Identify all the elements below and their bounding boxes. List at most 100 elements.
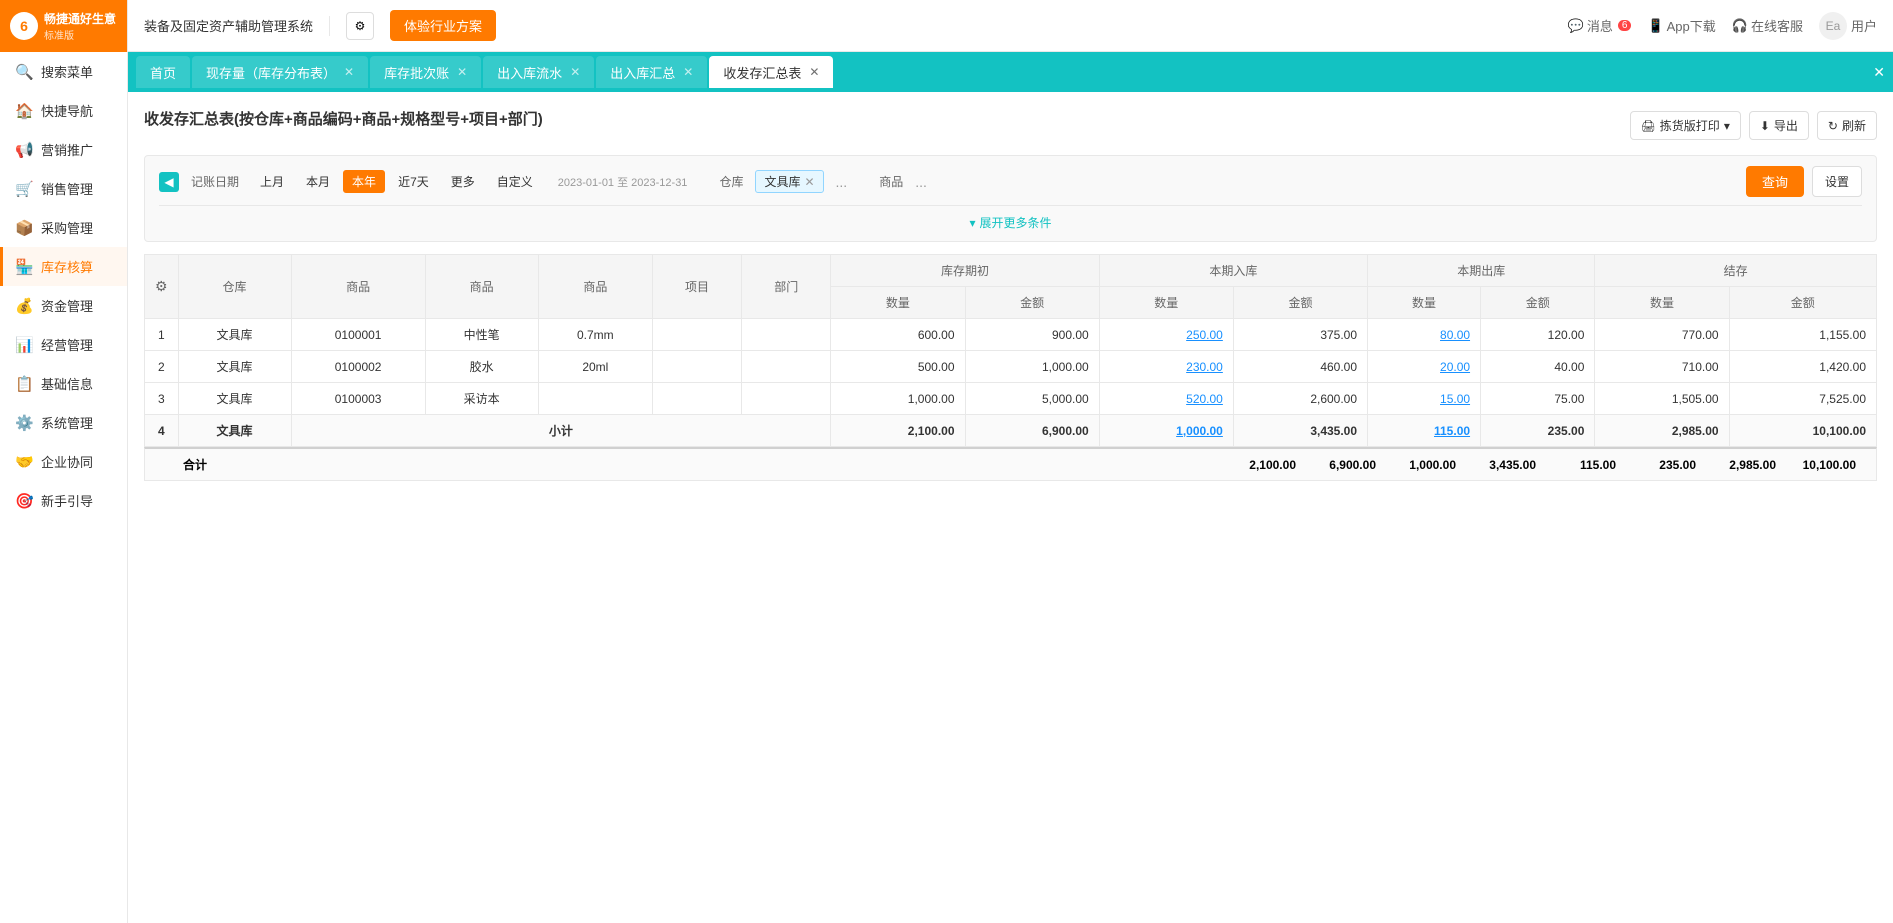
cell-name: 中性笔 [425,319,538,351]
page-title: 收发存汇总表(按仓库+商品编码+商品+规格型号+项目+部门) [144,108,543,129]
logo-line2: 标准版 [44,27,116,42]
sidebar-label-marketing: 营销推广 [41,140,93,159]
warehouse-more[interactable]: ... [836,174,848,190]
chevron-down-icon: ▾ [1724,119,1730,133]
message-area[interactable]: 💬 消息 6 [1568,16,1632,35]
sidebar-item-finance[interactable]: 💰资金管理 [0,286,127,325]
tab-close-batch[interactable]: ✕ [457,65,467,79]
sidebar-item-system[interactable]: ⚙️ 系统管理 [0,403,127,442]
cell-close-amt: 1,420.00 [1729,351,1876,383]
cell-out-qty[interactable]: 20.00 [1368,351,1481,383]
col-out-qty: 数量 [1368,287,1481,319]
warehouse-tag-close[interactable]: ✕ [804,175,814,189]
date-btn-this-month[interactable]: 本月 [297,170,339,193]
refresh-btn[interactable]: ↻ 刷新 [1817,111,1877,140]
sidebar-item-quick-nav[interactable]: 🏠快捷导航 [0,91,127,130]
cell-open-amt: 1,000.00 [965,351,1099,383]
total-open-qty: 2,100.00 [1226,458,1306,472]
tab-batch[interactable]: 库存批次账✕ [370,56,481,88]
subtotal-in-qty[interactable]: 1,000.00 [1099,415,1233,447]
date-btn-custom[interactable]: 自定义 [488,170,542,193]
tab-home[interactable]: 首页 [136,56,190,88]
sidebar-icon-operations: 📊 [15,336,33,354]
collapse-arrow[interactable]: ◀ [159,172,179,192]
subtotal-out-amt: 235.00 [1481,415,1595,447]
cell-in-qty[interactable]: 520.00 [1099,383,1233,415]
cell-warehouse: 文具库 [178,383,291,415]
cell-open-amt: 5,000.00 [965,383,1099,415]
expand-more-btn[interactable]: ▾ 展开更多条件 [159,205,1862,231]
topbar: 装备及固定资产辅助管理系统 ⚙ 体验行业方案 💬 消息 6 📱 App下载 🎧 … [128,0,1893,52]
close-all-btn[interactable]: ✕ [1873,64,1885,81]
total-bar: 合计 2,100.00 6,900.00 1,000.00 3,435.00 1… [144,447,1877,481]
sidebar-item-enterprise[interactable]: 🤝企业协同 [0,442,127,481]
tab-inventory-dist[interactable]: 现存量（库存分布表）✕ [192,56,368,88]
logo-line1: 畅捷通好生意 [44,10,116,27]
tab-close-inout-flow[interactable]: ✕ [570,65,580,79]
user-area[interactable]: Ea 用户 [1819,12,1877,40]
date-btn-last-month[interactable]: 上月 [251,170,293,193]
sidebar-item-search[interactable]: 🔍搜索菜单 [0,52,127,91]
col-group-opening: 库存期初 [831,255,1099,287]
subtotal-in-amt: 3,435.00 [1233,415,1367,447]
refresh-icon: ↻ [1828,119,1838,133]
tab-inout-flow[interactable]: 出入库流水✕ [483,56,594,88]
settings-btn[interactable]: 设置 [1812,166,1862,197]
sidebar-icon-enterprise: 🤝 [15,453,33,471]
topbar-settings-btn[interactable]: ⚙ [346,12,374,40]
tab-close-inout-summary[interactable]: ✕ [683,65,693,79]
top-action-buttons: 🖨 拣货版打印 ▾ ⬇ 导出 ↻ 刷新 [1630,111,1877,140]
logo-text: 畅捷通好生意 标准版 [44,10,116,42]
sidebar-item-basics[interactable]: 📋基础信息 [0,364,127,403]
cell-in-amt: 460.00 [1233,351,1367,383]
export-btn[interactable]: ⬇ 导出 [1749,111,1809,140]
cell-out-qty[interactable]: 80.00 [1368,319,1481,351]
subtotal-out-qty[interactable]: 115.00 [1368,415,1481,447]
total-in-qty: 1,000.00 [1386,458,1466,472]
filter-action-buttons: 查询 设置 [1746,166,1862,197]
query-btn[interactable]: 查询 [1746,166,1804,197]
date-btn-7days[interactable]: 近7天 [389,170,438,193]
tab-inout-summary[interactable]: 出入库汇总✕ [596,56,707,88]
sidebar-item-marketing[interactable]: 📢营销推广 [0,130,127,169]
tab-close-receive-summary[interactable]: ✕ [809,65,819,79]
cell-code: 0100003 [291,383,425,415]
cell-out-amt: 40.00 [1481,351,1595,383]
cell-open-qty: 1,000.00 [831,383,965,415]
sidebar-icon-sales: 🛒 [15,180,33,198]
sidebar-icon-system: ⚙️ [15,414,33,432]
cell-project [652,351,741,383]
date-btn-this-year[interactable]: 本年 [343,170,385,193]
sidebar-item-operations[interactable]: 📊经营管理 [0,325,127,364]
message-badge: 6 [1618,20,1632,31]
warehouse-tag-value: 文具库 [764,173,800,190]
experience-btn[interactable]: 体验行业方案 [390,10,496,41]
cell-close-amt: 7,525.00 [1729,383,1876,415]
cell-warehouse: 文具库 [178,319,291,351]
date-btn-more[interactable]: 更多 [442,170,484,193]
date-options: 上月 本月 本年 近7天 更多 自定义 [251,170,542,193]
cell-in-qty[interactable]: 230.00 [1099,351,1233,383]
sidebar-item-inventory[interactable]: 🏪库存核算 [0,247,127,286]
col-warehouse: 仓库 [178,255,291,319]
sidebar-label-system: 系统管理 [41,413,93,432]
app-download[interactable]: 📱 App下载 [1647,16,1715,35]
cell-out-qty[interactable]: 15.00 [1368,383,1481,415]
cell-name: 采访本 [425,383,538,415]
tab-close-inventory-dist[interactable]: ✕ [344,65,354,79]
tab-receive-summary[interactable]: 收发存汇总表✕ [709,56,833,88]
col-dept: 部门 [742,255,831,319]
col-close-amt: 金额 [1729,287,1876,319]
sidebar-item-sales[interactable]: 🛒销售管理 [0,169,127,208]
cell-in-qty[interactable]: 250.00 [1099,319,1233,351]
expand-icon: ▾ [969,216,975,230]
print-btn[interactable]: 🖨 拣货版打印 ▾ [1630,111,1741,140]
cell-open-qty: 500.00 [831,351,965,383]
online-service[interactable]: 🎧 在线客服 [1732,16,1803,35]
sidebar-item-purchase[interactable]: 📦采购管理 [0,208,127,247]
online-service-label: 在线客服 [1751,16,1803,35]
topbar-system-name: 装备及固定资产辅助管理系统 [144,16,313,35]
col-settings[interactable]: ⚙ [145,255,179,319]
sidebar-item-guide[interactable]: 🎯新手引导 [0,481,127,520]
goods-more[interactable]: ... [915,174,927,190]
